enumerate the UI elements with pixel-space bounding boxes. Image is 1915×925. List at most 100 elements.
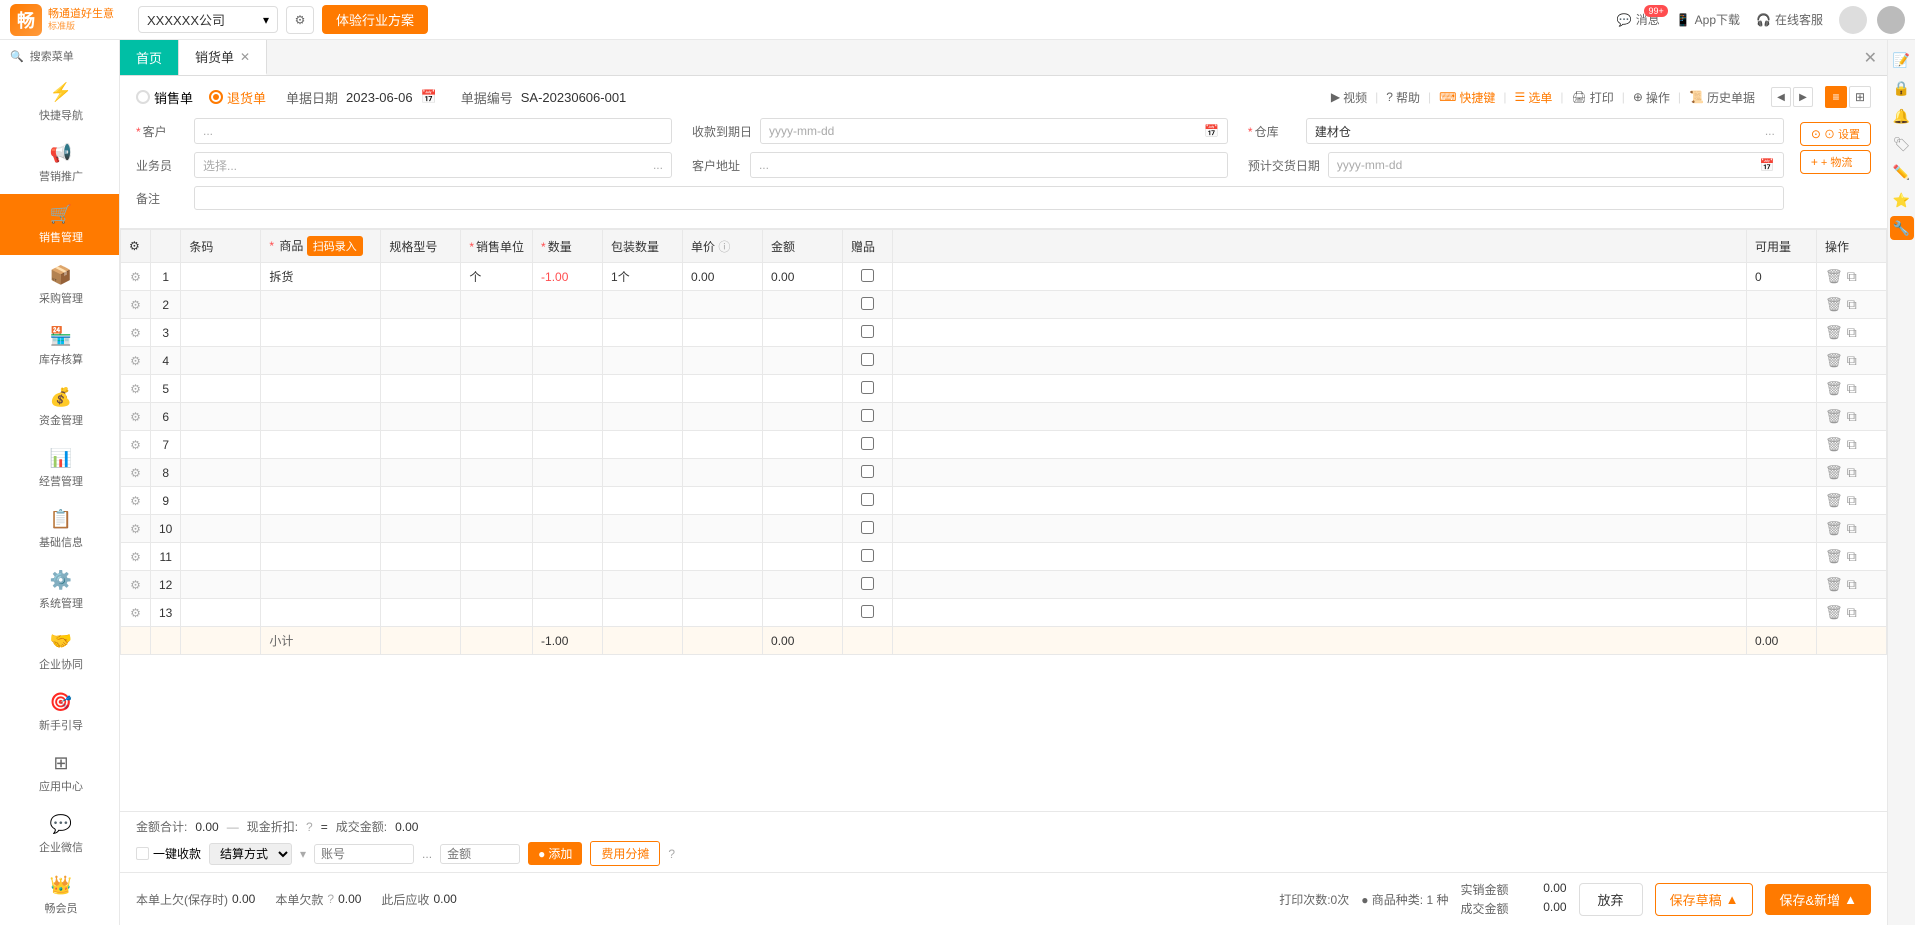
fee-split-button[interactable]: 费用分摊	[590, 841, 660, 866]
row-gear-icon[interactable]: ⚙	[130, 382, 141, 396]
row-gear-icon[interactable]: ⚙	[130, 410, 141, 424]
help-button[interactable]: ? 帮助	[1386, 89, 1420, 106]
list-view-button[interactable]: ≡	[1825, 86, 1847, 108]
add-button[interactable]: ● 添加	[528, 842, 582, 865]
sidebar-search[interactable]: 🔍 搜索菜单	[0, 40, 119, 72]
row-gear-icon[interactable]: ⚙	[130, 606, 141, 620]
prev-record-button[interactable]: ◀	[1771, 87, 1791, 107]
sidebar-item-system[interactable]: ⚙️ 系统管理	[0, 560, 119, 621]
gift-checkbox[interactable]	[861, 465, 874, 478]
amount-input[interactable]	[440, 844, 520, 864]
row-gear-icon[interactable]: ⚙	[130, 494, 141, 508]
copy-row-icon[interactable]: ⧉	[1847, 520, 1857, 537]
gift-checkbox[interactable]	[861, 521, 874, 534]
right-tool-bell[interactable]: 🔔	[1890, 104, 1914, 128]
gift-checkbox[interactable]	[861, 577, 874, 590]
right-tool-tag[interactable]: 🏷	[1890, 132, 1914, 156]
online-service-button[interactable]: 🎧 在线客服	[1756, 11, 1823, 28]
app-download-button[interactable]: 📱 App下载	[1676, 11, 1740, 28]
window-close-icon[interactable]: ✕	[1864, 48, 1877, 68]
abandon-button[interactable]: 放弃	[1579, 883, 1643, 916]
account-input[interactable]	[314, 844, 414, 864]
one-key-collect-checkbox[interactable]: 一键收款	[136, 845, 201, 862]
copy-row-icon[interactable]: ⧉	[1847, 464, 1857, 481]
delete-row-icon[interactable]: 🗑	[1825, 352, 1843, 369]
row-gear-icon[interactable]: ⚙	[130, 326, 141, 340]
save-draft-button[interactable]: 保存草稿 ▲	[1655, 883, 1754, 916]
row-gear-icon[interactable]: ⚙	[130, 270, 141, 284]
delete-row-icon[interactable]: 🗑	[1825, 436, 1843, 453]
sidebar-item-newbie[interactable]: 🎯 新手引导	[0, 682, 119, 743]
delete-row-icon[interactable]: 🗑	[1825, 380, 1843, 397]
copy-row-icon[interactable]: ⧉	[1847, 296, 1857, 313]
sidebar-item-finance[interactable]: 💰 资金管理	[0, 377, 119, 438]
tab-sales-order[interactable]: 销货单 ✕	[179, 40, 267, 75]
sidebar-item-marketing[interactable]: 📢 营销推广	[0, 133, 119, 194]
right-tool-lock[interactable]: 🔒	[1890, 76, 1914, 100]
history-button[interactable]: 📜 历史单据	[1689, 89, 1755, 106]
sidebar-item-collab[interactable]: 🤝 企业协同	[0, 621, 119, 682]
right-tool-edit[interactable]: ✏️	[1890, 160, 1914, 184]
trial-button[interactable]: 体验行业方案	[322, 5, 428, 34]
salesperson-input[interactable]: 选择... ...	[194, 152, 672, 178]
delete-row-icon[interactable]: 🗑	[1825, 324, 1843, 341]
copy-row-icon[interactable]: ⧉	[1847, 548, 1857, 565]
copy-row-icon[interactable]: ⧉	[1847, 352, 1857, 369]
row-gear-icon[interactable]: ⚙	[130, 354, 141, 368]
copy-row-icon[interactable]: ⧉	[1847, 324, 1857, 341]
copy-row-icon[interactable]: ⧉	[1847, 604, 1857, 621]
tab-close-icon[interactable]: ✕	[240, 50, 250, 64]
customer-input[interactable]: ...	[194, 118, 672, 144]
print-button[interactable]: 🖨 打印	[1571, 89, 1613, 106]
avatar[interactable]	[1839, 6, 1867, 34]
video-button[interactable]: ▶ 视频	[1331, 89, 1367, 106]
gift-checkbox[interactable]	[861, 437, 874, 450]
delete-row-icon[interactable]: 🗑	[1825, 548, 1843, 565]
row-gear-icon[interactable]: ⚙	[130, 578, 141, 592]
gift-checkbox[interactable]	[861, 297, 874, 310]
message-button[interactable]: 💬 消息 99+	[1617, 11, 1660, 28]
tab-home[interactable]: 首页	[120, 40, 179, 75]
payment-due-input[interactable]: yyyy-mm-dd 📅	[760, 118, 1228, 144]
fee-help-icon[interactable]: ?	[668, 847, 675, 861]
delete-row-icon[interactable]: 🗑	[1825, 492, 1843, 509]
right-tool-star[interactable]: ⭐	[1890, 188, 1914, 212]
sidebar-item-purchase[interactable]: 📦 采购管理	[0, 255, 119, 316]
sidebar-item-base[interactable]: 📋 基础信息	[0, 499, 119, 560]
settings-btn[interactable]: ⊙ ⊙ 设置	[1800, 122, 1871, 146]
delete-row-icon[interactable]: 🗑	[1825, 576, 1843, 593]
copy-row-icon[interactable]: ⧉	[1847, 268, 1857, 285]
choose-button[interactable]: ☰ 选单	[1515, 89, 1553, 106]
customer-addr-input[interactable]: ...	[750, 152, 1228, 178]
delete-row-icon[interactable]: 🗑	[1825, 604, 1843, 621]
gift-checkbox[interactable]	[861, 353, 874, 366]
gift-checkbox[interactable]	[861, 269, 874, 282]
copy-row-icon[interactable]: ⧉	[1847, 436, 1857, 453]
sidebar-item-sales[interactable]: 🛒 销售管理	[0, 194, 119, 255]
sidebar-item-wechat[interactable]: 💬 企业微信	[0, 804, 119, 865]
settlement-method-select[interactable]: 结算方式	[209, 843, 292, 865]
right-tool-note[interactable]: 📝	[1890, 48, 1914, 72]
owe-help-icon[interactable]: ?	[327, 892, 334, 906]
delivery-date-input[interactable]: yyyy-mm-dd 📅	[1328, 152, 1784, 178]
copy-row-icon[interactable]: ⧉	[1847, 380, 1857, 397]
row-gear-icon[interactable]: ⚙	[130, 438, 141, 452]
right-tool-active[interactable]: 🔧	[1890, 216, 1914, 240]
gear-col-icon[interactable]: ⚙	[129, 239, 140, 253]
settings-button[interactable]: ⚙	[286, 6, 314, 34]
row-gear-icon[interactable]: ⚙	[130, 298, 141, 312]
row-gear-icon[interactable]: ⚙	[130, 550, 141, 564]
sidebar-item-operation[interactable]: 📊 经营管理	[0, 438, 119, 499]
delete-row-icon[interactable]: 🗑	[1825, 464, 1843, 481]
row-gear-icon[interactable]: ⚙	[130, 466, 141, 480]
gift-checkbox[interactable]	[861, 381, 874, 394]
company-selector[interactable]: XXXXXX公司 ▾	[138, 6, 278, 33]
gift-checkbox[interactable]	[861, 605, 874, 618]
warehouse-input[interactable]: 建材仓 ...	[1306, 118, 1784, 144]
gift-checkbox[interactable]	[861, 549, 874, 562]
calendar-icon[interactable]: 📅	[421, 89, 437, 105]
radio-return-order[interactable]: 退货单	[209, 88, 266, 107]
logistics-btn[interactable]: + + 物流	[1800, 150, 1871, 174]
sidebar-item-member[interactable]: 👑 畅会员	[0, 865, 119, 925]
sidebar-item-quick-nav[interactable]: ⚡ 快捷导航	[0, 72, 119, 133]
